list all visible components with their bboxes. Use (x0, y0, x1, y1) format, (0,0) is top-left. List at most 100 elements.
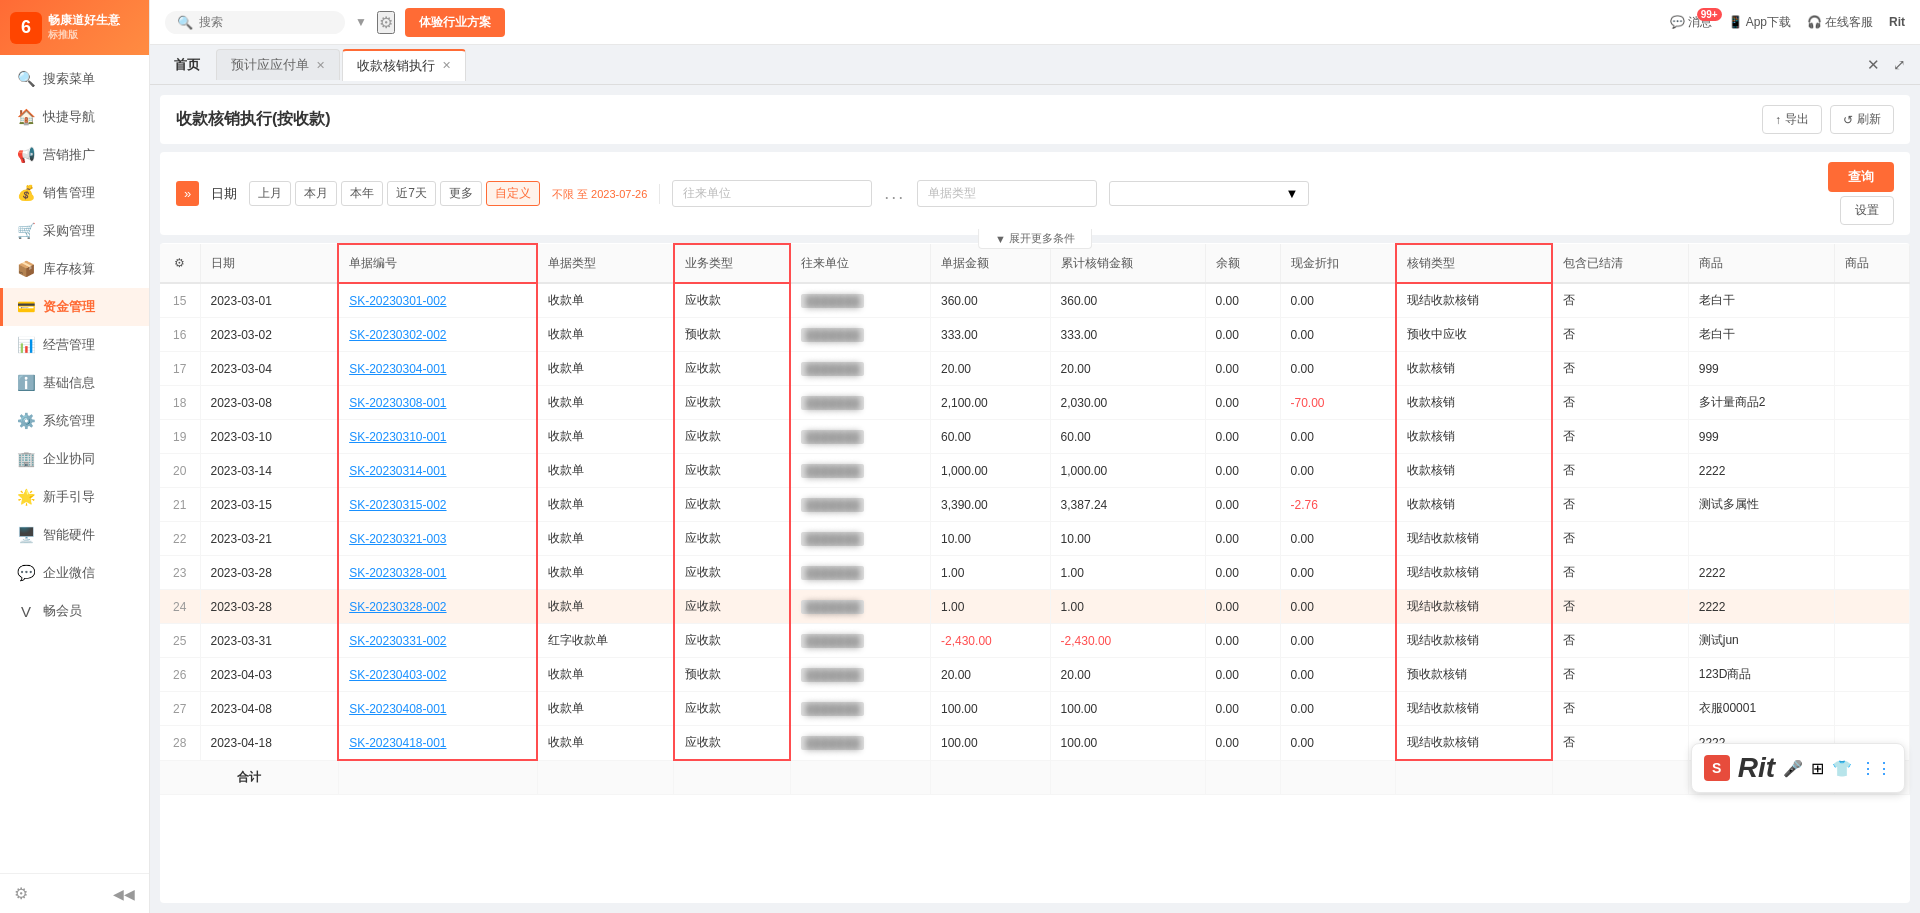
cell-voucher-no[interactable]: SK-20230418-001 (338, 726, 537, 761)
th-amount[interactable]: 单据金额 (931, 244, 1051, 283)
sidebar-item-quick[interactable]: 🏠 快捷导航 (0, 98, 149, 136)
cell-voucher-no[interactable]: SK-20230302-002 (338, 318, 537, 352)
member-icon: V (17, 603, 35, 620)
cell-voucher-no[interactable]: SK-20230321-003 (338, 522, 537, 556)
filter-partner-input[interactable]: 往来单位 (672, 180, 872, 207)
filter-btn-this-year[interactable]: 本年 (341, 181, 383, 206)
filter-btn-more[interactable]: 更多 (440, 181, 482, 206)
industry-solution-button[interactable]: 体验行业方案 (405, 8, 505, 37)
query-button[interactable]: 查询 (1828, 162, 1894, 192)
cell-biz-type: 应收款 (674, 624, 791, 658)
cell-cash-discount: 0.00 (1280, 352, 1396, 386)
sidebar-item-guide[interactable]: 🌟 新手引导 (0, 478, 149, 516)
apps-icon[interactable]: ⋮⋮ (1860, 759, 1892, 778)
cell-voucher-no[interactable]: SK-20230310-001 (338, 420, 537, 454)
sidebar-item-corp[interactable]: 🏢 企业协同 (0, 440, 149, 478)
sidebar-item-inventory[interactable]: 📦 库存核算 (0, 250, 149, 288)
tab-close-all-button[interactable]: ✕ (1863, 52, 1884, 78)
cell-cash-discount: 0.00 (1280, 318, 1396, 352)
message-button[interactable]: 💬 消息 99+ (1670, 14, 1712, 31)
cell-voucher-no[interactable]: SK-20230403-002 (338, 658, 537, 692)
sidebar-item-member[interactable]: V 畅会员 (0, 592, 149, 630)
sidebar-item-operation[interactable]: 📊 经营管理 (0, 326, 149, 364)
tab-collection-close[interactable]: ✕ (442, 59, 451, 72)
filter-btn-this-month[interactable]: 本月 (295, 181, 337, 206)
cell-include-cleared: 否 (1552, 420, 1688, 454)
user-avatar[interactable]: Rit (1889, 15, 1905, 29)
sidebar-item-basic[interactable]: ℹ️ 基础信息 (0, 364, 149, 402)
refresh-button[interactable]: ↺ 刷新 (1830, 105, 1894, 134)
cell-voucher-no[interactable]: SK-20230304-001 (338, 352, 537, 386)
online-service-button[interactable]: 🎧 在线客服 (1807, 14, 1873, 31)
cell-partner: ███████ (790, 624, 930, 658)
cell-rowno: 27 (160, 692, 200, 726)
cell-voucher-no[interactable]: SK-20230308-001 (338, 386, 537, 420)
cell-date: 2023-03-14 (200, 454, 338, 488)
th-goods[interactable]: 商品 (1688, 244, 1834, 283)
sidebar-item-marketing[interactable]: 📢 营销推广 (0, 136, 149, 174)
cell-voucher-no[interactable]: SK-20230328-002 (338, 590, 537, 624)
cell-include-cleared: 否 (1552, 386, 1688, 420)
th-writeoff-type[interactable]: 核销类型 (1396, 244, 1553, 283)
tab-home[interactable]: 首页 (160, 50, 214, 80)
filter-btn-last-month[interactable]: 上月 (249, 181, 291, 206)
sidebar-item-device[interactable]: 🖥️ 智能硬件 (0, 516, 149, 554)
cell-goods2 (1834, 488, 1909, 522)
table-row: 212023-03-15SK-20230315-002收款单应收款███████… (160, 488, 1910, 522)
sidebar-item-sales[interactable]: 💰 销售管理 (0, 174, 149, 212)
th-balance[interactable]: 余额 (1205, 244, 1280, 283)
sidebar-item-finance[interactable]: 💳 资金管理 (0, 288, 149, 326)
voice-icon[interactable]: 🎤 (1783, 759, 1803, 778)
cell-voucher-no[interactable]: SK-20230328-001 (338, 556, 537, 590)
filter-btn-7days[interactable]: 近7天 (387, 181, 436, 206)
filter-more-dots[interactable]: ... (884, 183, 905, 204)
footer-balance (1205, 760, 1280, 794)
cell-writeoff-amount: -2,430.00 (1050, 624, 1205, 658)
search-input[interactable] (199, 15, 329, 29)
th-include-cleared[interactable]: 包含已结清 (1552, 244, 1688, 283)
cell-voucher-no[interactable]: SK-20230331-002 (338, 624, 537, 658)
filter-btn-custom[interactable]: 自定义 (486, 181, 540, 206)
cell-voucher-type: 红字收款单 (537, 624, 674, 658)
tab-prepay[interactable]: 预计应应付单 ✕ (216, 49, 340, 80)
sidebar-item-purchase[interactable]: 🛒 采购管理 (0, 212, 149, 250)
filter-toggle-button[interactable]: » (176, 181, 199, 206)
th-voucher-type[interactable]: 单据类型 (537, 244, 674, 283)
cell-voucher-no[interactable]: SK-20230314-001 (338, 454, 537, 488)
app-download-button[interactable]: 📱 App下载 (1728, 14, 1791, 31)
th-date[interactable]: 日期 (200, 244, 338, 283)
th-settings[interactable]: ⚙ (160, 244, 200, 283)
cell-writeoff-amount: 333.00 (1050, 318, 1205, 352)
th-cash-discount[interactable]: 现金折扣 (1280, 244, 1396, 283)
cell-voucher-no[interactable]: SK-20230408-001 (338, 692, 537, 726)
topbar-search-wrap[interactable]: 🔍 (165, 11, 345, 34)
cell-voucher-no[interactable]: SK-20230315-002 (338, 488, 537, 522)
s-icon[interactable]: S (1704, 755, 1730, 781)
cell-include-cleared: 否 (1552, 488, 1688, 522)
filter-voucher-type-select[interactable]: ▼ (1109, 181, 1309, 206)
tab-prepay-close[interactable]: ✕ (316, 59, 325, 72)
tab-collection[interactable]: 收款核销执行 ✕ (342, 49, 466, 81)
sidebar-item-system[interactable]: ⚙️ 系统管理 (0, 402, 149, 440)
grid-icon[interactable]: ⊞ (1811, 759, 1824, 778)
collapse-icon[interactable]: ◀◀ (113, 886, 135, 902)
export-button[interactable]: ↑ 导出 (1762, 105, 1822, 134)
cell-partner: ███████ (790, 386, 930, 420)
filter-voucher-type-wrap[interactable]: 单据类型 (917, 180, 1097, 207)
sidebar-item-wechat[interactable]: 💬 企业微信 (0, 554, 149, 592)
th-biz-type[interactable]: 业务类型 (674, 244, 791, 283)
th-voucher-no[interactable]: 单据编号 (338, 244, 537, 283)
filter-expand-button[interactable]: ▼ 展开更多条件 (978, 229, 1092, 249)
tab-expand-button[interactable]: ⤢ (1889, 52, 1910, 78)
gear-button[interactable]: ⚙ (377, 11, 395, 34)
cell-rowno: 20 (160, 454, 200, 488)
settings-icon[interactable]: ⚙ (14, 884, 28, 903)
cell-voucher-no[interactable]: SK-20230301-002 (338, 283, 537, 318)
sidebar-item-search[interactable]: 🔍 搜索菜单 (0, 60, 149, 98)
shirt-icon[interactable]: 👕 (1832, 759, 1852, 778)
cell-goods2 (1834, 283, 1909, 318)
filter-setting-button[interactable]: 设置 (1840, 196, 1894, 225)
th-writeoff-amount[interactable]: 累计核销金额 (1050, 244, 1205, 283)
th-goods2[interactable]: 商品 (1834, 244, 1909, 283)
th-partner[interactable]: 往来单位 (790, 244, 930, 283)
